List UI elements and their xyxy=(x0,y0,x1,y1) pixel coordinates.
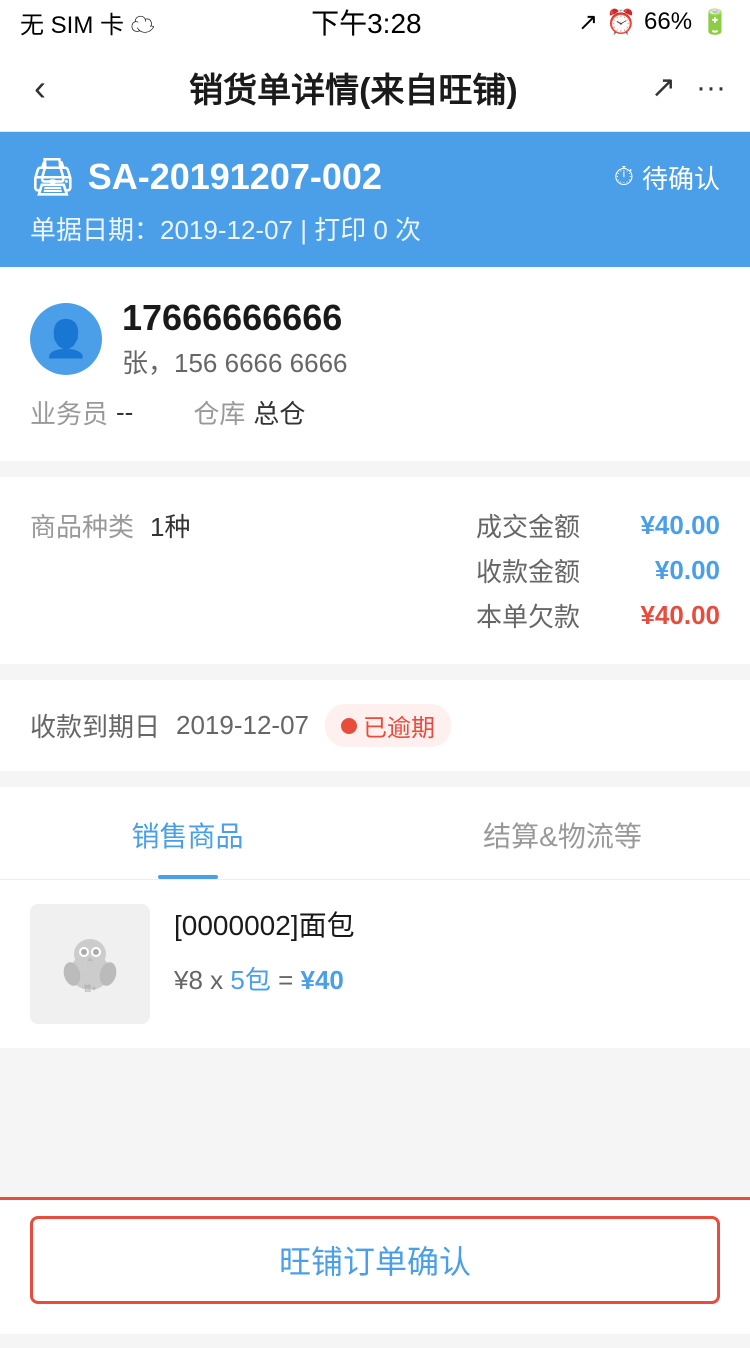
due-date-card: 收款到期日 2019-12-07 已逾期 xyxy=(0,680,750,771)
tabs-container: 销售商品 结算&物流等 xyxy=(0,787,750,880)
more-icon[interactable]: ··· xyxy=(696,71,726,105)
salesman-value: -- xyxy=(116,397,133,428)
battery-text: 66% xyxy=(644,8,692,36)
customer-meta: 业务员 -- 仓库 总仓 xyxy=(30,394,720,431)
product-price: ¥8 x 5包 = ¥40 xyxy=(174,960,720,997)
print-icon: 🖨 xyxy=(30,156,76,198)
tab-settlement-label: 结算&物流等 xyxy=(483,821,642,852)
price-qty: 5包 xyxy=(230,965,270,995)
stats-card: 商品种类 1种 成交金额 ¥40.00 收款金额 ¥0.00 本单欠款 ¥40.… xyxy=(0,477,750,664)
order-number-text: SA-20191207-002 xyxy=(88,156,382,198)
nav-bar: ‹ 销货单详情(来自旺铺) ↗ ··· xyxy=(0,44,750,132)
share-icon[interactable]: ↗ xyxy=(651,70,676,105)
product-name: [0000002]面包 xyxy=(174,904,720,944)
order-status: ⏱ 待确认 xyxy=(614,159,720,196)
due-date-label: 收款到期日 xyxy=(30,707,160,744)
avatar-icon: 👤 xyxy=(44,318,89,360)
deal-amount-row: 成交金额 ¥40.00 xyxy=(476,507,720,544)
deal-amount-value: ¥40.00 xyxy=(600,510,720,541)
price-base: ¥8 x xyxy=(174,965,230,995)
clock-icon: ⏱ xyxy=(614,161,634,193)
owed-amount-label: 本单欠款 xyxy=(476,597,580,634)
status-left: 无 SIM 卡 ☁ xyxy=(20,5,155,40)
customer-phone: 17666666666 xyxy=(122,297,348,339)
svg-text:管+: 管+ xyxy=(84,983,97,993)
confirm-button[interactable]: 旺铺订单确认 xyxy=(30,1216,720,1304)
owl-logo-icon: 管+ xyxy=(50,934,130,994)
status-bar: 无 SIM 卡 ☁ 下午3:28 ↗ ⏰ 66% 🔋 xyxy=(0,0,750,44)
received-amount-value: ¥0.00 xyxy=(600,555,720,586)
price-total: ¥40 xyxy=(300,965,343,995)
overdue-text: 已逾期 xyxy=(363,708,435,743)
customer-card: 👤 17666666666 张，156 6666 6666 业务员 -- 仓库 … xyxy=(0,267,750,461)
battery-icon: 🔋 xyxy=(700,8,730,37)
product-card: 管+ [0000002]面包 ¥8 x 5包 = ¥40 xyxy=(0,880,750,1048)
customer-sub: 张，156 6666 6666 xyxy=(122,343,348,380)
location-icon: ↗ xyxy=(578,8,598,37)
order-header: 🖨 SA-20191207-002 ⏱ 待确认 单据日期：2019-12-07 … xyxy=(0,132,750,267)
received-amount-label: 收款金额 xyxy=(476,552,580,589)
product-type-label: 商品种类 xyxy=(30,507,134,544)
nav-actions: ↗ ··· xyxy=(651,70,726,105)
product-type-value: 1种 xyxy=(150,507,190,544)
order-number: 🖨 SA-20191207-002 xyxy=(30,156,382,198)
price-equals: = xyxy=(271,965,301,995)
salesman-label: 业务员 xyxy=(30,394,108,431)
tab-settlement[interactable]: 结算&物流等 xyxy=(375,787,750,879)
tab-products[interactable]: 销售商品 xyxy=(0,787,375,879)
tabs: 销售商品 结算&物流等 xyxy=(0,787,750,880)
alarm-icon: ⏰ xyxy=(606,8,636,37)
page-title: 销货单详情(来自旺铺) xyxy=(189,63,518,112)
warehouse-label: 仓库 xyxy=(193,394,245,431)
overdue-dot-icon xyxy=(341,718,357,734)
tab-products-label: 销售商品 xyxy=(131,821,243,852)
product-info: [0000002]面包 ¥8 x 5包 = ¥40 xyxy=(174,904,720,997)
received-amount-row: 收款金额 ¥0.00 xyxy=(476,552,720,589)
owed-amount-row: 本单欠款 ¥40.00 xyxy=(476,597,720,634)
status-right: ↗ ⏰ 66% 🔋 xyxy=(578,8,730,37)
status-text: 待确认 xyxy=(642,159,720,196)
bottom-bar: 旺铺订单确认 xyxy=(0,1197,750,1334)
owed-amount-value: ¥40.00 xyxy=(600,600,720,631)
order-date: 单据日期：2019-12-07 | 打印 0 次 xyxy=(30,210,720,247)
overdue-badge: 已逾期 xyxy=(325,704,451,747)
warehouse-value: 总仓 xyxy=(253,394,305,431)
back-button[interactable]: ‹ xyxy=(24,57,56,119)
due-date-value: 2019-12-07 xyxy=(176,710,309,741)
deal-amount-label: 成交金额 xyxy=(476,507,580,544)
status-time: 下午3:28 xyxy=(311,2,422,42)
stats-right: 成交金额 ¥40.00 收款金额 ¥0.00 本单欠款 ¥40.00 xyxy=(476,507,720,634)
avatar: 👤 xyxy=(30,303,102,375)
product-thumbnail: 管+ xyxy=(30,904,150,1024)
no-sim-text: 无 SIM 卡 ☁ xyxy=(20,5,155,40)
